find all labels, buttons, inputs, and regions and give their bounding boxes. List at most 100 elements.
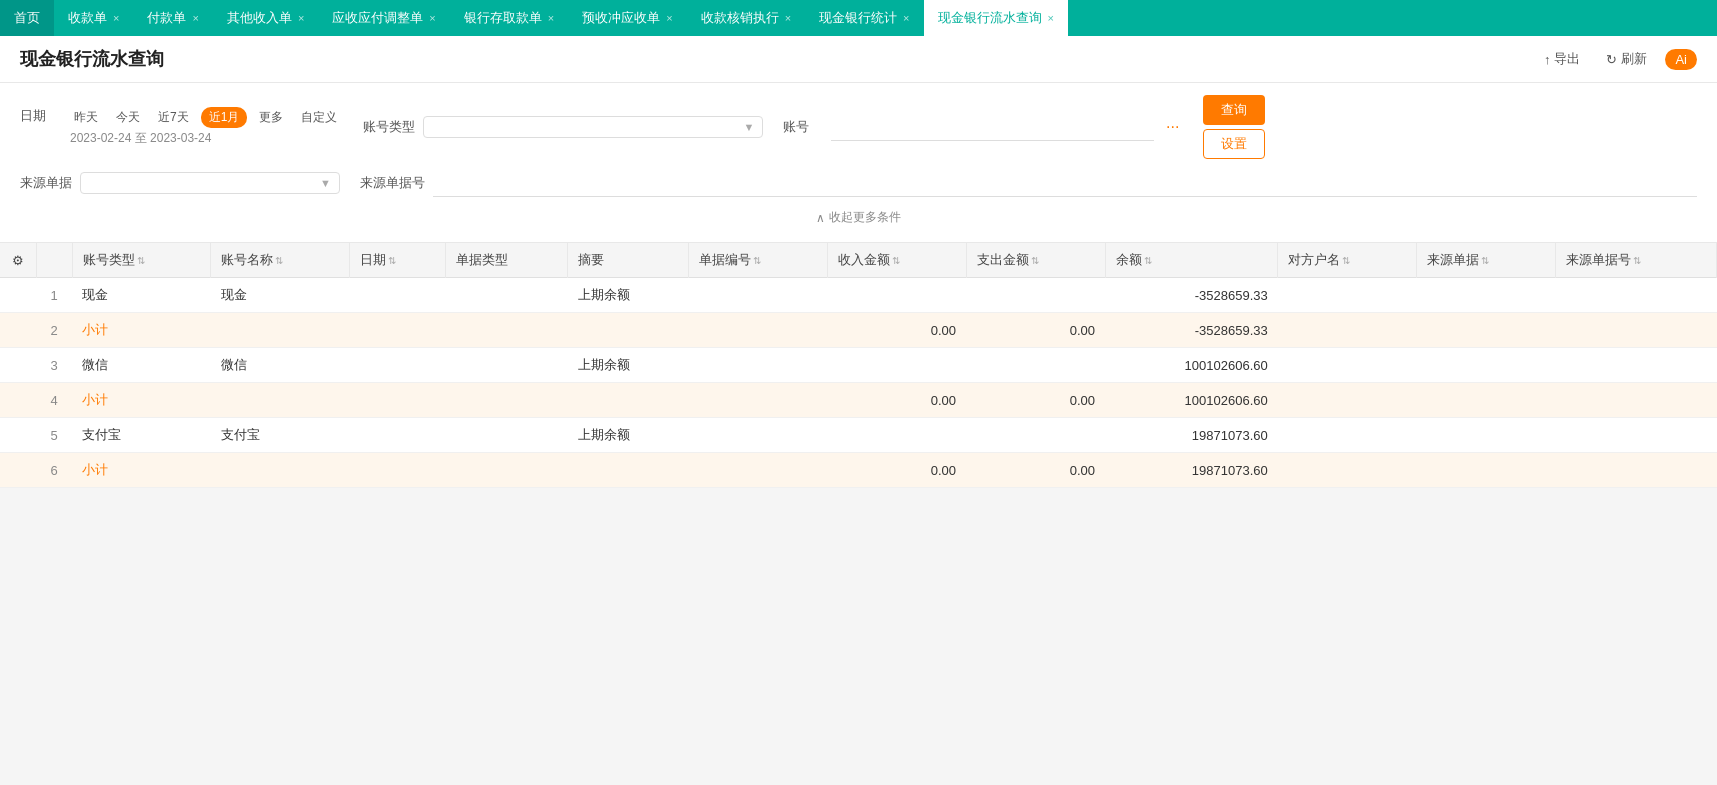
row-doc-type [445, 418, 567, 453]
row-balance: 100102606.60 [1105, 383, 1278, 418]
th-source-doc[interactable]: 来源单据⇅ [1417, 243, 1556, 278]
th-account-type[interactable]: 账号类型⇅ [72, 243, 211, 278]
date-btn-more[interactable]: 更多 [253, 107, 289, 128]
row-balance: 100102606.60 [1105, 348, 1278, 383]
th-source-doc-no[interactable]: 来源单据号⇅ [1556, 243, 1717, 278]
row-source-doc [1417, 453, 1556, 488]
row-account-name [211, 313, 350, 348]
row-gear [0, 278, 36, 313]
date-btn-yesterday[interactable]: 昨天 [68, 107, 104, 128]
date-range-display: 2023-02-24 至 2023-03-24 [70, 130, 343, 147]
nav-tab-xianjintongji[interactable]: 现金银行统计× [805, 0, 923, 36]
close-icon[interactable]: × [298, 0, 304, 36]
row-expense [966, 278, 1105, 313]
row-counterpart [1278, 383, 1417, 418]
nav-tab-shoukuandan[interactable]: 收款单× [54, 0, 133, 36]
query-button[interactable]: 查询 [1203, 95, 1265, 125]
th-account-name[interactable]: 账号名称⇅ [211, 243, 350, 278]
row-income [827, 278, 966, 313]
row-doc-type [445, 453, 567, 488]
row-account-name [211, 383, 350, 418]
page-title: 现金银行流水查询 [20, 47, 164, 71]
nav-tab-yinhang[interactable]: 银行存取款单× [450, 0, 568, 36]
close-icon[interactable]: × [429, 0, 435, 36]
th-date[interactable]: 日期⇅ [350, 243, 445, 278]
nav-tab-qitashouruda[interactable]: 其他收入单× [213, 0, 318, 36]
close-icon[interactable]: × [903, 0, 909, 36]
account-type-select[interactable]: ▼ [423, 116, 763, 138]
row-income: 0.00 [827, 383, 966, 418]
row-income: 0.00 [827, 453, 966, 488]
row-account-type: 小计 [72, 313, 211, 348]
row-account-name: 微信 [211, 348, 350, 383]
row-index: 6 [36, 453, 72, 488]
row-income: 0.00 [827, 313, 966, 348]
row-source-doc [1417, 383, 1556, 418]
row-counterpart [1278, 278, 1417, 313]
nav-home[interactable]: 首页 [0, 0, 54, 36]
close-icon[interactable]: × [785, 0, 791, 36]
date-filter-group: 日期 昨天 今天 近7天 近1月 更多 自定义 2023-02-24 至 202… [20, 107, 343, 147]
table-row: 4 小计 0.00 0.00 100102606.60 [0, 383, 1717, 418]
table-container: ⚙ 账号类型⇅ 账号名称⇅ 日期⇅ 单据类型 摘要 单据编号⇅ 收入金额⇅ 支出… [0, 243, 1717, 488]
th-counterpart[interactable]: 对方户名⇅ [1278, 243, 1417, 278]
export-button[interactable]: ↑ 导出 [1536, 46, 1589, 72]
nav-tab-yushou[interactable]: 预收冲应收单× [568, 0, 686, 36]
more-options-icon[interactable]: ··· [1162, 118, 1183, 136]
source-doc-no-input[interactable] [433, 169, 1697, 197]
account-input[interactable] [831, 113, 1154, 141]
th-gear[interactable]: ⚙ [0, 243, 36, 278]
row-expense [966, 348, 1105, 383]
row-source-doc-no [1556, 348, 1717, 383]
refresh-icon: ↻ [1606, 52, 1617, 67]
date-btn-today[interactable]: 今天 [110, 107, 146, 128]
row-doc-no [688, 453, 827, 488]
row-counterpart [1278, 348, 1417, 383]
action-buttons: 查询 设置 [1203, 95, 1265, 159]
row-account-type: 现金 [72, 278, 211, 313]
row-gear [0, 418, 36, 453]
row-date [350, 383, 445, 418]
table-row: 1 现金 现金 上期余额 -3528659.33 [0, 278, 1717, 313]
refresh-button[interactable]: ↻ 刷新 [1598, 46, 1655, 72]
nav-tab-liushuichaxun[interactable]: 现金银行流水查询× [924, 0, 1068, 36]
th-expense[interactable]: 支出金额⇅ [966, 243, 1105, 278]
close-icon[interactable]: × [192, 0, 198, 36]
row-summary: 上期余额 [568, 348, 689, 383]
account-type-filter: 账号类型 ▼ [363, 116, 763, 138]
date-options: 昨天 今天 近7天 近1月 更多 自定义 2023-02-24 至 2023-0… [68, 107, 343, 147]
filter-row-1: 日期 昨天 今天 近7天 近1月 更多 自定义 2023-02-24 至 202… [20, 95, 1697, 159]
row-source-doc [1417, 278, 1556, 313]
close-icon[interactable]: × [1048, 0, 1054, 36]
row-source-doc-no [1556, 313, 1717, 348]
table-row: 2 小计 0.00 0.00 -3528659.33 [0, 313, 1717, 348]
date-btn-1month[interactable]: 近1月 [201, 107, 248, 128]
row-doc-type [445, 383, 567, 418]
collapse-bar[interactable]: ∧ 收起更多条件 [20, 205, 1697, 230]
date-btn-7days[interactable]: 近7天 [152, 107, 195, 128]
date-btn-custom[interactable]: 自定义 [295, 107, 343, 128]
row-account-name: 支付宝 [211, 418, 350, 453]
row-doc-type [445, 278, 567, 313]
th-balance[interactable]: 余额⇅ [1105, 243, 1278, 278]
settings-button[interactable]: 设置 [1203, 129, 1265, 159]
header-actions: ↑ 导出 ↻ 刷新 Ai [1536, 46, 1697, 72]
nav-tab-shoukuanhe[interactable]: 收款核销执行× [687, 0, 805, 36]
nav-tab-yingshouyingfu[interactable]: 应收应付调整单× [318, 0, 449, 36]
ai-button[interactable]: Ai [1665, 49, 1697, 70]
row-expense: 0.00 [966, 313, 1105, 348]
close-icon[interactable]: × [666, 0, 672, 36]
row-date [350, 348, 445, 383]
close-icon[interactable]: × [113, 0, 119, 36]
nav-tab-fukuandan[interactable]: 付款单× [133, 0, 212, 36]
source-doc-select[interactable]: ▼ [80, 172, 340, 194]
row-summary [568, 313, 689, 348]
row-account-type: 小计 [72, 453, 211, 488]
row-doc-type [445, 313, 567, 348]
table-header-row: ⚙ 账号类型⇅ 账号名称⇅ 日期⇅ 单据类型 摘要 单据编号⇅ 收入金额⇅ 支出… [0, 243, 1717, 278]
close-icon[interactable]: × [548, 0, 554, 36]
th-doc-no[interactable]: 单据编号⇅ [688, 243, 827, 278]
th-income[interactable]: 收入金额⇅ [827, 243, 966, 278]
row-doc-no [688, 348, 827, 383]
th-doc-type: 单据类型 [445, 243, 567, 278]
